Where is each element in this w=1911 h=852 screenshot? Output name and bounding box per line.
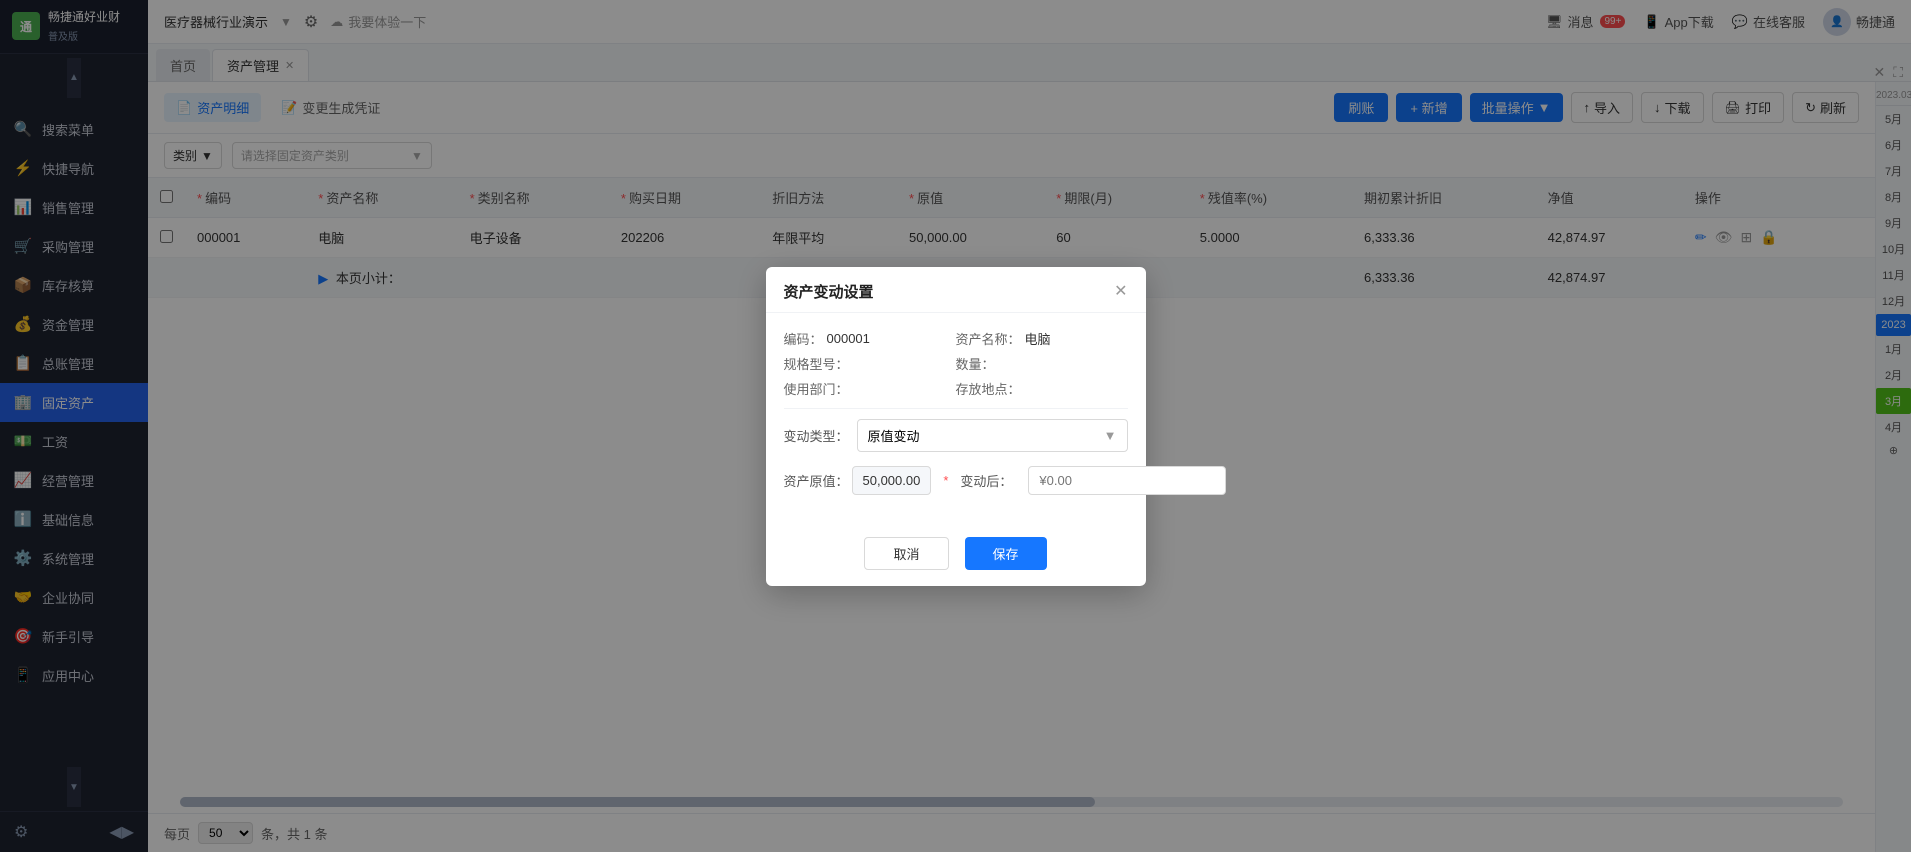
quantity-label: 数量：: [956, 354, 995, 373]
location-label: 存放地点：: [956, 379, 1021, 398]
dialog-body: 编码： 000001 资产名称： 电脑 规格型号： 数量：: [766, 313, 1146, 525]
dialog-info-row-2: 规格型号： 数量：: [784, 354, 1128, 373]
change-type-select[interactable]: 原值变动 ▼: [857, 419, 1128, 452]
code-value: 000001: [827, 331, 870, 346]
name-label: 资产名称：: [956, 329, 1021, 348]
dialog-header: 资产变动设置 ✕: [766, 267, 1146, 313]
asset-value-label: 资产原值：: [784, 471, 844, 490]
after-label: 变动后：: [960, 471, 1020, 490]
dialog-close-icon[interactable]: ✕: [1114, 281, 1127, 301]
change-type-label: 变动类型：: [784, 426, 849, 445]
after-value-input[interactable]: [1028, 466, 1226, 495]
asset-value-row: 资产原值： 50,000.00 * 变动后：: [784, 466, 1128, 495]
code-label: 编码：: [784, 329, 823, 348]
change-type-dropdown-icon: ▼: [1104, 428, 1117, 443]
dialog-overlay: 资产变动设置 ✕ 编码： 000001 资产名称： 电脑 规格型号：: [0, 0, 1911, 852]
dialog-title: 资产变动设置: [784, 281, 874, 302]
cancel-button[interactable]: 取消: [864, 537, 948, 570]
asset-value-display: 50,000.00: [852, 466, 932, 495]
dialog-info-row-3: 使用部门： 存放地点：: [784, 379, 1128, 398]
dialog-info-row-1: 编码： 000001 资产名称： 电脑: [784, 329, 1128, 348]
spec-label: 规格型号：: [784, 354, 849, 373]
required-star: *: [943, 473, 948, 488]
department-label: 使用部门：: [784, 379, 849, 398]
name-value: 电脑: [1025, 329, 1051, 348]
save-button[interactable]: 保存: [965, 537, 1047, 570]
change-type-row: 变动类型： 原值变动 ▼: [784, 419, 1128, 452]
dialog-divider: [784, 408, 1128, 409]
dialog-footer: 取消 保存: [766, 525, 1146, 586]
asset-change-dialog: 资产变动设置 ✕ 编码： 000001 资产名称： 电脑 规格型号：: [766, 267, 1146, 586]
